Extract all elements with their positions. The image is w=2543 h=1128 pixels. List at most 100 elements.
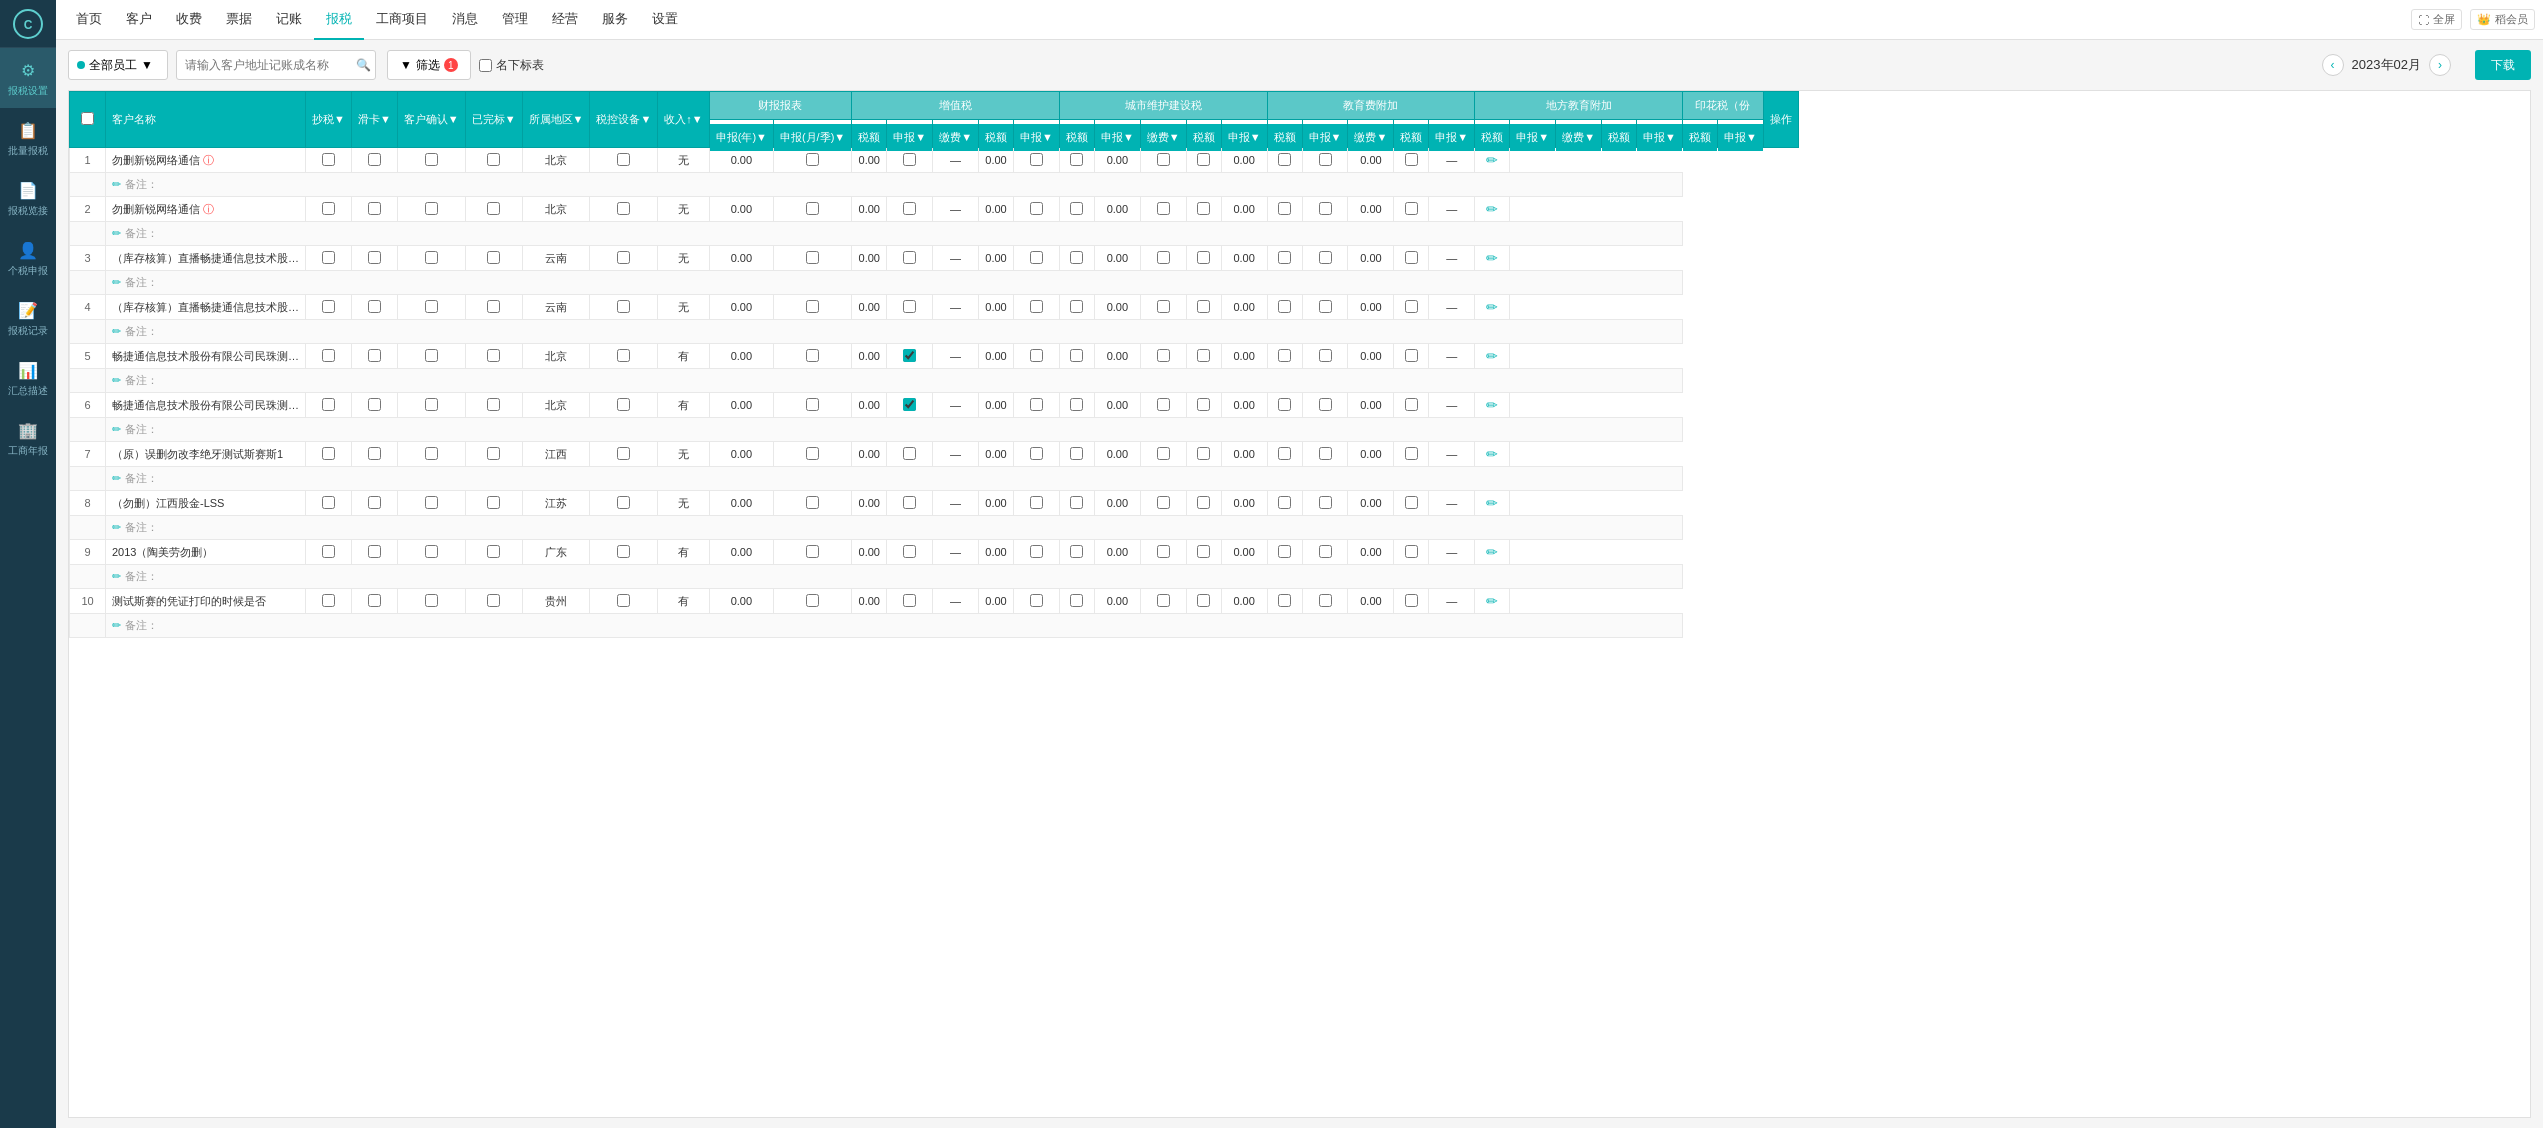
- zengjia-jiaofei-checkbox[interactable]: [1070, 349, 1083, 362]
- chengshi-shenbao-checkbox[interactable]: [1157, 594, 1170, 607]
- choushui-checkbox[interactable]: [322, 398, 335, 411]
- zengjia-shenbao2-checkbox[interactable]: [1030, 349, 1043, 362]
- caiwu-year-checkbox[interactable]: [806, 594, 819, 607]
- difang-shenbao-checkbox[interactable]: [1405, 300, 1418, 313]
- note-edit-icon[interactable]: ✏: [112, 570, 121, 582]
- zengjia-jiaofei-checkbox[interactable]: [1070, 496, 1083, 509]
- zengjia-shenbao-checkbox[interactable]: [903, 153, 916, 166]
- jiaoyu-jiaofei-checkbox[interactable]: [1319, 398, 1332, 411]
- zengjia-shenbao-checkbox[interactable]: [903, 594, 916, 607]
- kongzhi-checkbox[interactable]: [617, 447, 630, 460]
- zengjia-shenbao-checkbox[interactable]: [903, 202, 916, 215]
- filter-button[interactable]: ▼ 筛选 1: [387, 50, 471, 80]
- kongzhi-checkbox[interactable]: [617, 349, 630, 362]
- zengjia-shenbao-checkbox[interactable]: [903, 349, 916, 362]
- note-edit-icon[interactable]: ✏: [112, 619, 121, 631]
- huaka-checkbox[interactable]: [368, 251, 381, 264]
- mingxia-checkbox-label[interactable]: 名下标表: [479, 57, 544, 74]
- kongzhi-checkbox[interactable]: [617, 545, 630, 558]
- nav-jingying[interactable]: 经营: [540, 0, 590, 40]
- choushui-checkbox[interactable]: [322, 594, 335, 607]
- zengjia-shenbao-checkbox[interactable]: [903, 447, 916, 460]
- note-edit-icon[interactable]: ✏: [112, 374, 121, 386]
- chengshi-shenbao-checkbox[interactable]: [1157, 545, 1170, 558]
- quedren-checkbox[interactable]: [425, 447, 438, 460]
- next-month-button[interactable]: ›: [2429, 54, 2451, 76]
- jiaoyu-shenbao-checkbox[interactable]: [1278, 398, 1291, 411]
- huaka-checkbox[interactable]: [368, 594, 381, 607]
- quedren-checkbox[interactable]: [425, 300, 438, 313]
- jiaoyu-jiaofei-checkbox[interactable]: [1319, 496, 1332, 509]
- caiwu-year-checkbox[interactable]: [806, 447, 819, 460]
- caiwu-year-checkbox[interactable]: [806, 153, 819, 166]
- nav-gongshang[interactable]: 工商项目: [364, 0, 440, 40]
- chengshi-jiaofei-checkbox[interactable]: [1197, 153, 1210, 166]
- zengjia-jiaofei-checkbox[interactable]: [1070, 202, 1083, 215]
- huaka-checkbox[interactable]: [368, 545, 381, 558]
- kongzhi-checkbox[interactable]: [617, 251, 630, 264]
- select-all-checkbox[interactable]: [81, 112, 94, 125]
- search-icon[interactable]: 🔍: [356, 58, 371, 72]
- nav-jizhi[interactable]: 记账: [264, 0, 314, 40]
- zengjia-jiaofei-checkbox[interactable]: [1070, 300, 1083, 313]
- edit-icon[interactable]: ✏: [1475, 344, 1510, 369]
- edit-icon[interactable]: ✏: [1475, 589, 1510, 614]
- quedren-checkbox[interactable]: [425, 251, 438, 264]
- jiaoyu-shenbao-checkbox[interactable]: [1278, 251, 1291, 264]
- caiwu-year-checkbox[interactable]: [806, 251, 819, 264]
- difang-shenbao-checkbox[interactable]: [1405, 202, 1418, 215]
- sidebar-item-huizong[interactable]: 📊 汇总描述: [0, 348, 56, 408]
- chengshi-jiaofei-checkbox[interactable]: [1197, 202, 1210, 215]
- yibao-checkbox[interactable]: [487, 349, 500, 362]
- jiaoyu-shenbao-checkbox[interactable]: [1278, 153, 1291, 166]
- zengjia-shenbao-checkbox[interactable]: [903, 300, 916, 313]
- jiaoyu-shenbao-checkbox[interactable]: [1278, 447, 1291, 460]
- chengshi-shenbao-checkbox[interactable]: [1157, 447, 1170, 460]
- caiwu-year-checkbox[interactable]: [806, 545, 819, 558]
- jiaoyu-jiaofei-checkbox[interactable]: [1319, 153, 1332, 166]
- difang-shenbao-checkbox[interactable]: [1405, 594, 1418, 607]
- chengshi-shenbao-checkbox[interactable]: [1157, 300, 1170, 313]
- edit-icon[interactable]: ✏: [1475, 491, 1510, 516]
- jiaoyu-jiaofei-checkbox[interactable]: [1319, 202, 1332, 215]
- edit-icon[interactable]: ✏: [1475, 246, 1510, 271]
- huaka-checkbox[interactable]: [368, 398, 381, 411]
- chengshi-jiaofei-checkbox[interactable]: [1197, 447, 1210, 460]
- difang-shenbao-checkbox[interactable]: [1405, 447, 1418, 460]
- note-edit-icon[interactable]: ✏: [112, 325, 121, 337]
- member-button[interactable]: 👑 稻会员: [2470, 9, 2535, 30]
- edit-icon[interactable]: ✏: [1475, 295, 1510, 320]
- huaka-checkbox[interactable]: [368, 153, 381, 166]
- edit-icon[interactable]: ✏: [1475, 393, 1510, 418]
- note-edit-icon[interactable]: ✏: [112, 423, 121, 435]
- jiaoyu-jiaofei-checkbox[interactable]: [1319, 349, 1332, 362]
- quedren-checkbox[interactable]: [425, 349, 438, 362]
- quedren-checkbox[interactable]: [425, 545, 438, 558]
- nav-shezhi[interactable]: 设置: [640, 0, 690, 40]
- zengjia-shenbao2-checkbox[interactable]: [1030, 594, 1043, 607]
- zengjia-shenbao-checkbox[interactable]: [903, 545, 916, 558]
- jiaoyu-shenbao-checkbox[interactable]: [1278, 496, 1291, 509]
- zengjia-jiaofei-checkbox[interactable]: [1070, 594, 1083, 607]
- zengjia-shenbao-checkbox[interactable]: [903, 251, 916, 264]
- fullscreen-button[interactable]: ⛶ 全屏: [2411, 9, 2462, 30]
- huaka-checkbox[interactable]: [368, 300, 381, 313]
- chengshi-jiaofei-checkbox[interactable]: [1197, 349, 1210, 362]
- yibao-checkbox[interactable]: [487, 545, 500, 558]
- yibao-checkbox[interactable]: [487, 447, 500, 460]
- employee-select[interactable]: 全部员工 ▼: [68, 50, 168, 80]
- yibao-checkbox[interactable]: [487, 202, 500, 215]
- nav-guanli[interactable]: 管理: [490, 0, 540, 40]
- difang-shenbao-checkbox[interactable]: [1405, 349, 1418, 362]
- zengjia-jiaofei-checkbox[interactable]: [1070, 447, 1083, 460]
- caiwu-year-checkbox[interactable]: [806, 496, 819, 509]
- note-edit-icon[interactable]: ✏: [112, 472, 121, 484]
- difang-shenbao-checkbox[interactable]: [1405, 496, 1418, 509]
- zengjia-shenbao2-checkbox[interactable]: [1030, 251, 1043, 264]
- chengshi-shenbao-checkbox[interactable]: [1157, 496, 1170, 509]
- yibao-checkbox[interactable]: [487, 496, 500, 509]
- chengshi-jiaofei-checkbox[interactable]: [1197, 594, 1210, 607]
- download-button[interactable]: 下载: [2475, 50, 2531, 80]
- nav-home[interactable]: 首页: [64, 0, 114, 40]
- sidebar-item-geshui[interactable]: 👤 个税申报: [0, 228, 56, 288]
